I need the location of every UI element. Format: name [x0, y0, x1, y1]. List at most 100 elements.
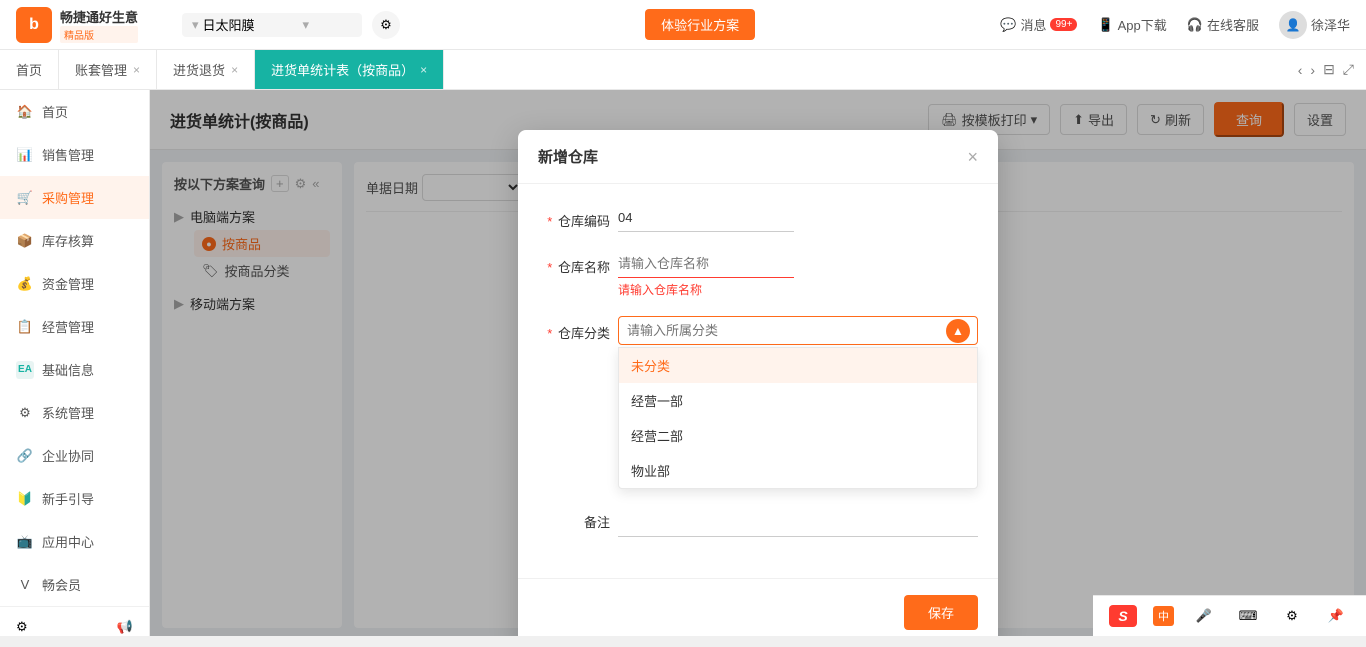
tab-home[interactable]: 首页: [0, 50, 59, 89]
info-icon: EA: [16, 361, 34, 379]
notes-label: 备注: [538, 505, 618, 531]
required-star-2: *: [547, 260, 552, 275]
notes-textarea[interactable]: [618, 505, 978, 537]
sales-icon: 📊: [16, 146, 34, 164]
logo-letter: b: [29, 16, 39, 34]
warehouse-code-label-text: 仓库编码: [558, 214, 610, 229]
required-star-3: *: [547, 326, 552, 341]
chinese-input-badge[interactable]: 中: [1153, 606, 1174, 626]
modal-body: * 仓库编码 * 仓库名称: [518, 184, 998, 578]
fund-icon: 💰: [16, 275, 34, 293]
dropdown-dept2-label: 经营二部: [631, 429, 683, 444]
sidebar-item-fund[interactable]: 💰 资金管理: [0, 262, 149, 305]
tab-purchase-return-close[interactable]: ×: [231, 63, 238, 77]
logo-badge: 精品版: [60, 26, 138, 43]
modal-title: 新增仓库: [538, 146, 598, 167]
tab-menu-button[interactable]: ⊟: [1323, 61, 1335, 78]
sidebar-manage-label: 经营管理: [42, 317, 94, 336]
warehouse-code-input[interactable]: [618, 204, 794, 232]
tab-purchase-stats[interactable]: 进货单统计表（按商品） ×: [255, 50, 444, 89]
tab-account[interactable]: 账套管理 ×: [59, 50, 157, 89]
sidebar-speaker-icon[interactable]: 📢: [117, 619, 133, 635]
search-icon: ▾: [192, 17, 199, 33]
modal-header: 新增仓库 ×: [518, 130, 998, 184]
save-button[interactable]: 保存: [904, 595, 978, 630]
user-menu-button[interactable]: 👤 徐泽华: [1279, 11, 1350, 39]
notes-input-wrap: [618, 505, 978, 540]
sidebar-item-system[interactable]: ⚙ 系统管理: [0, 391, 149, 434]
sidebar-item-purchase[interactable]: 🛒 采购管理: [0, 176, 149, 219]
warehouse-name-error: 请输入仓库名称: [618, 281, 978, 298]
sidebar-item-home[interactable]: 🏠 首页: [0, 90, 149, 133]
app-download-button[interactable]: 📱 App下载: [1097, 15, 1166, 34]
online-service-button[interactable]: 🎧 在线客服: [1187, 15, 1259, 34]
logo-icon: b: [16, 7, 52, 43]
collab-icon: 🔗: [16, 447, 34, 465]
dropdown-item-dept2[interactable]: 经营二部: [619, 418, 977, 453]
sidebar-settings-icon[interactable]: ⚙: [16, 619, 28, 635]
tab-purchase-return[interactable]: 进货退货 ×: [157, 50, 255, 89]
sidebar-item-collab[interactable]: 🔗 企业协同: [0, 434, 149, 477]
message-badge: 99+: [1050, 18, 1077, 31]
tab-prev-button[interactable]: ‹: [1298, 62, 1303, 78]
keyboard-icon[interactable]: ⌨: [1234, 602, 1262, 630]
settings-icon[interactable]: ⚙: [1278, 602, 1306, 630]
warehouse-category-row: * 仓库分类 ▲ 未分类 经: [538, 316, 978, 345]
sidebar-home-label: 首页: [42, 102, 68, 121]
notes-row: 备注: [538, 505, 978, 540]
modal-footer: 保存: [518, 578, 998, 636]
main-layout: 🏠 首页 📊 销售管理 🛒 采购管理 📦 库存核算 💰 资金管理 📋 经营管理 …: [0, 90, 1366, 636]
tab-purchase-stats-close[interactable]: ×: [420, 63, 427, 77]
apps-icon: 📺: [16, 533, 34, 551]
warehouse-name-input[interactable]: [618, 250, 794, 278]
headset-icon: 🎧: [1187, 17, 1203, 33]
dropdown-item-dept1[interactable]: 经营一部: [619, 383, 977, 418]
dropdown-property-label: 物业部: [631, 464, 670, 479]
sidebar-purchase-label: 采购管理: [42, 188, 94, 207]
try-industry-button[interactable]: 体验行业方案: [645, 9, 755, 40]
user-avatar: 👤: [1279, 11, 1307, 39]
tab-account-close[interactable]: ×: [133, 63, 140, 77]
pin-icon[interactable]: 📌: [1322, 602, 1350, 630]
dropdown-arrow-icon: ▾: [303, 17, 310, 33]
tab-account-label: 账套管理: [75, 60, 127, 79]
s-logo-icon[interactable]: S: [1109, 605, 1137, 627]
manage-icon: 📋: [16, 318, 34, 336]
tab-controls: ‹ › ⊟ ⤢: [1286, 50, 1366, 89]
logo-text-area: 畅捷通好生意 精品版: [60, 7, 138, 43]
sidebar-item-sales[interactable]: 📊 销售管理: [0, 133, 149, 176]
sidebar-item-guide[interactable]: 🔰 新手引导: [0, 477, 149, 520]
sidebar-item-info[interactable]: EA 基础信息: [0, 348, 149, 391]
category-dropdown-toggle[interactable]: ▲: [946, 319, 970, 343]
sidebar-inventory-label: 库存核算: [42, 231, 94, 250]
sidebar-footer: ⚙ 📢: [0, 606, 149, 647]
sidebar-item-member[interactable]: V 畅会员: [0, 563, 149, 606]
tab-purchase-stats-label: 进货单统计表（按商品）: [271, 60, 414, 79]
modal-close-button[interactable]: ×: [967, 148, 978, 166]
dropdown-item-unclassified[interactable]: 未分类: [619, 348, 977, 383]
warehouse-code-label: * 仓库编码: [538, 204, 618, 230]
message-icon: 💬: [1000, 17, 1016, 33]
tab-next-button[interactable]: ›: [1310, 62, 1315, 78]
bottom-bar: S 中 🎤 ⌨ ⚙ 📌: [1093, 595, 1366, 636]
message-button[interactable]: 💬 消息 99+: [1000, 15, 1077, 34]
sidebar-item-inventory[interactable]: 📦 库存核算: [0, 219, 149, 262]
s-label: S: [1118, 608, 1127, 624]
search-input[interactable]: [203, 17, 303, 32]
warehouse-name-input-wrap: 请输入仓库名称: [618, 250, 978, 298]
sidebar-item-apps[interactable]: 📺 应用中心: [0, 520, 149, 563]
header-right: 💬 消息 99+ 📱 App下载 🎧 在线客服 👤 徐泽华: [1000, 11, 1350, 39]
microphone-icon[interactable]: 🎤: [1190, 602, 1218, 630]
purchase-icon: 🛒: [16, 189, 34, 207]
tab-expand-button[interactable]: ⤢: [1343, 61, 1354, 78]
warehouse-name-label: * 仓库名称: [538, 250, 618, 276]
gear-button[interactable]: ⚙: [372, 11, 400, 39]
warehouse-name-label-text: 仓库名称: [558, 260, 610, 275]
inventory-icon: 📦: [16, 232, 34, 250]
dropdown-item-property[interactable]: 物业部: [619, 453, 977, 488]
sidebar-item-manage[interactable]: 📋 经营管理: [0, 305, 149, 348]
header-search-box[interactable]: ▾ ▾: [182, 13, 362, 37]
dropdown-unclassified-label: 未分类: [631, 359, 670, 374]
sidebar: 🏠 首页 📊 销售管理 🛒 采购管理 📦 库存核算 💰 资金管理 📋 经营管理 …: [0, 90, 150, 636]
warehouse-category-input[interactable]: [618, 316, 978, 345]
